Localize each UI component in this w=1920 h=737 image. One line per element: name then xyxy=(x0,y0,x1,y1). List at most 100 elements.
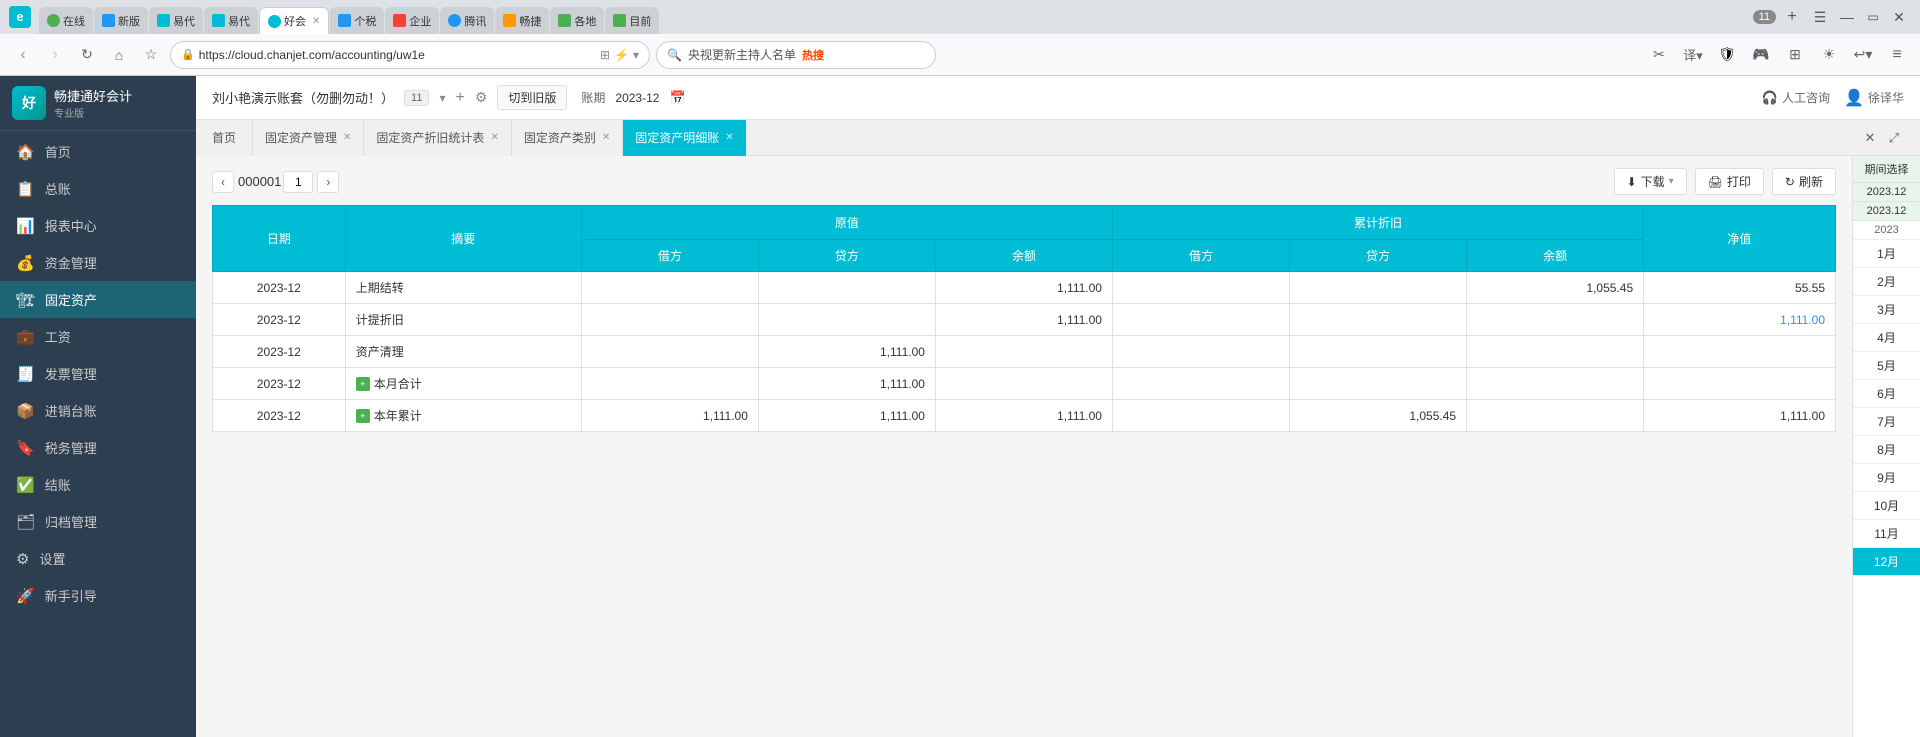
period-calendar-icon[interactable]: 📅 xyxy=(669,90,685,106)
period-month-4[interactable]: 4月 xyxy=(1853,324,1920,352)
asset-code: 000001 xyxy=(238,174,281,189)
headset-icon: 🎧 xyxy=(1762,90,1778,106)
scissors-icon[interactable]: ✂ xyxy=(1646,42,1672,68)
grid-icon[interactable]: ⊞ xyxy=(1782,42,1808,68)
page-tab-bar: 首页 固定资产管理 ✕ 固定资产折旧统计表 ✕ 固定资产类别 ✕ 固定资产明细账… xyxy=(196,120,1920,156)
add-company-button[interactable]: + xyxy=(455,89,464,107)
lightning-icon[interactable]: 🛡 xyxy=(1714,42,1740,68)
browser-tab-yidai1[interactable]: 易代 xyxy=(149,7,203,34)
sidebar-item-fixed-assets[interactable]: 🏗 固定资产 xyxy=(0,281,196,318)
sidebar-item-fund[interactable]: 💰 资金管理 xyxy=(0,244,196,281)
period-month-3[interactable]: 3月 xyxy=(1853,296,1920,324)
user-name: 徐译华 xyxy=(1868,89,1904,106)
sidebar-item-close-period[interactable]: ✅ 结账 xyxy=(0,466,196,503)
tab-close-haohui[interactable]: ✕ xyxy=(312,16,320,27)
header-dropdown-icon[interactable]: ▾ xyxy=(439,91,445,105)
tab-label-new: 新版 xyxy=(118,13,140,29)
ssl-icon: 🔒 xyxy=(181,48,195,61)
home-button[interactable]: ⌂ xyxy=(106,42,132,68)
page-tab-home[interactable]: 首页 xyxy=(196,120,253,156)
translate-icon[interactable]: 译▾ xyxy=(1680,42,1706,68)
tab-expand-button[interactable]: ⤢ xyxy=(1884,128,1904,148)
browser-tab-qiye[interactable]: 企业 xyxy=(385,7,439,34)
page-tab-fa-cat-close[interactable]: ✕ xyxy=(602,132,610,143)
sidebar-item-invoice[interactable]: 🧾 发票管理 xyxy=(0,355,196,392)
page-tab-fa-dep-close[interactable]: ✕ xyxy=(490,132,498,143)
sidebar-item-home[interactable]: 🏠 首页 xyxy=(0,133,196,170)
period-month-8[interactable]: 8月 xyxy=(1853,436,1920,464)
user-icon: 👤 xyxy=(1844,88,1864,108)
refresh-icon: ↻ xyxy=(1785,175,1795,189)
period-month-5[interactable]: 5月 xyxy=(1853,352,1920,380)
window-maximize-button[interactable]: ▭ xyxy=(1862,6,1884,28)
period-month-9[interactable]: 9月 xyxy=(1853,464,1920,492)
page-tab-fa-mgmt-close[interactable]: ✕ xyxy=(343,132,351,143)
period-month-12[interactable]: 12月 xyxy=(1853,548,1920,576)
period-month-1[interactable]: 1月 xyxy=(1853,240,1920,268)
undo-icon[interactable]: ↩▾ xyxy=(1850,42,1876,68)
user-avatar[interactable]: 👤 徐译华 xyxy=(1844,88,1904,108)
page-tab-fa-detail[interactable]: 固定资产明细账 ✕ xyxy=(623,120,745,156)
browser-tab-haohui[interactable]: 好会 ✕ xyxy=(259,7,329,34)
table-row: 2023-12 计提折旧 1,111.00 1,111.00 xyxy=(213,304,1836,336)
period-month-7[interactable]: 7月 xyxy=(1853,408,1920,436)
sidebar-item-reports[interactable]: 📊 报表中心 xyxy=(0,207,196,244)
row4-date: 2023-12 xyxy=(213,368,346,400)
period-month-2[interactable]: 2月 xyxy=(1853,268,1920,296)
sidebar-item-settings[interactable]: ⚙ 设置 xyxy=(0,540,196,577)
refresh-button[interactable]: ↻ 刷新 xyxy=(1772,168,1836,195)
th-original-value: 原值 xyxy=(581,206,1112,240)
browser-tab-yidai2[interactable]: 易代 xyxy=(204,7,258,34)
sidebar-item-salary[interactable]: 💼 工资 xyxy=(0,318,196,355)
browser-tab-gedi[interactable]: 各地 xyxy=(550,7,604,34)
page-tab-fa-depreciation[interactable]: 固定资产折旧统计表 ✕ xyxy=(364,120,511,156)
download-button[interactable]: ⬇ 下载 ▾ xyxy=(1614,168,1687,195)
new-tab-button[interactable]: + xyxy=(1780,5,1804,29)
brightness-icon[interactable]: ☀ xyxy=(1816,42,1842,68)
sidebar-item-general-ledger[interactable]: 📋 总账 xyxy=(0,170,196,207)
page-index-input[interactable] xyxy=(283,171,313,193)
game-icon[interactable]: 🎮 xyxy=(1748,42,1774,68)
page-tab-fa-category[interactable]: 固定资产类别 ✕ xyxy=(512,120,623,156)
page-tab-home-label: 首页 xyxy=(212,129,236,146)
back-button[interactable]: ‹ xyxy=(10,42,36,68)
row3-dep-credit xyxy=(1290,336,1467,368)
menu-icon[interactable]: ≡ xyxy=(1884,42,1910,68)
sidebar-item-archive[interactable]: 🗂 归档管理 xyxy=(0,503,196,540)
tab-close-all-button[interactable]: ✕ xyxy=(1860,128,1880,148)
sidebar-item-purchase-sales[interactable]: 📦 进销台账 xyxy=(0,392,196,429)
window-minimize-button[interactable]: — xyxy=(1836,6,1858,28)
page-tab-fa-mgmt[interactable]: 固定资产管理 ✕ xyxy=(253,120,364,156)
print-button[interactable]: 🖨 打印 xyxy=(1695,168,1764,195)
period-panel: 期间选择 2023.12 2023.12 2023 1月 2月 3月 4月 5月… xyxy=(1852,156,1920,737)
sidebar-item-tax[interactable]: 🔖 税务管理 xyxy=(0,429,196,466)
switch-version-button[interactable]: 切到旧版 xyxy=(497,85,567,110)
reload-button[interactable]: ↻ xyxy=(74,42,100,68)
period-month-10[interactable]: 10月 xyxy=(1853,492,1920,520)
browser-tab-changjie[interactable]: 畅捷 xyxy=(495,7,549,34)
sidebar-item-guide[interactable]: 🚀 新手引导 xyxy=(0,577,196,614)
header-settings-icon[interactable]: ⚙ xyxy=(475,89,488,106)
search-bar[interactable]: 🔍 央视更新主持人名单 热搜 xyxy=(656,41,936,69)
next-page-button[interactable]: › xyxy=(317,171,339,193)
browser-tab-online[interactable]: 在线 xyxy=(39,7,93,34)
address-input-container[interactable]: 🔒 https://cloud.chanjet.com/accounting/u… xyxy=(170,41,650,69)
window-close-button[interactable]: ✕ xyxy=(1888,6,1910,28)
refresh-label: 刷新 xyxy=(1799,173,1823,190)
prev-page-button[interactable]: ‹ xyxy=(212,171,234,193)
browser-tab-geshui[interactable]: 个税 xyxy=(330,7,384,34)
browser-tab-muqian[interactable]: 目前 xyxy=(605,7,659,34)
browser-tab-new[interactable]: 新版 xyxy=(94,7,148,34)
forward-button[interactable]: › xyxy=(42,42,68,68)
page-tab-fa-detail-close[interactable]: ✕ xyxy=(725,132,733,143)
period-month-11[interactable]: 11月 xyxy=(1853,520,1920,548)
bookmark-button[interactable]: ☆ xyxy=(138,42,164,68)
address-dropdown-icon[interactable]: ▾ xyxy=(633,48,639,62)
service-button[interactable]: 🎧 人工咨询 xyxy=(1762,89,1830,106)
th-orig-credit: 贷方 xyxy=(758,240,935,272)
period-month-6[interactable]: 6月 xyxy=(1853,380,1920,408)
browser-tab-tengxun[interactable]: 腾讯 xyxy=(440,7,494,34)
tab-settings-icon[interactable]: ☰ xyxy=(1808,5,1832,29)
tab-label-geshui: 个税 xyxy=(354,13,376,29)
row4-orig-debit xyxy=(581,368,758,400)
